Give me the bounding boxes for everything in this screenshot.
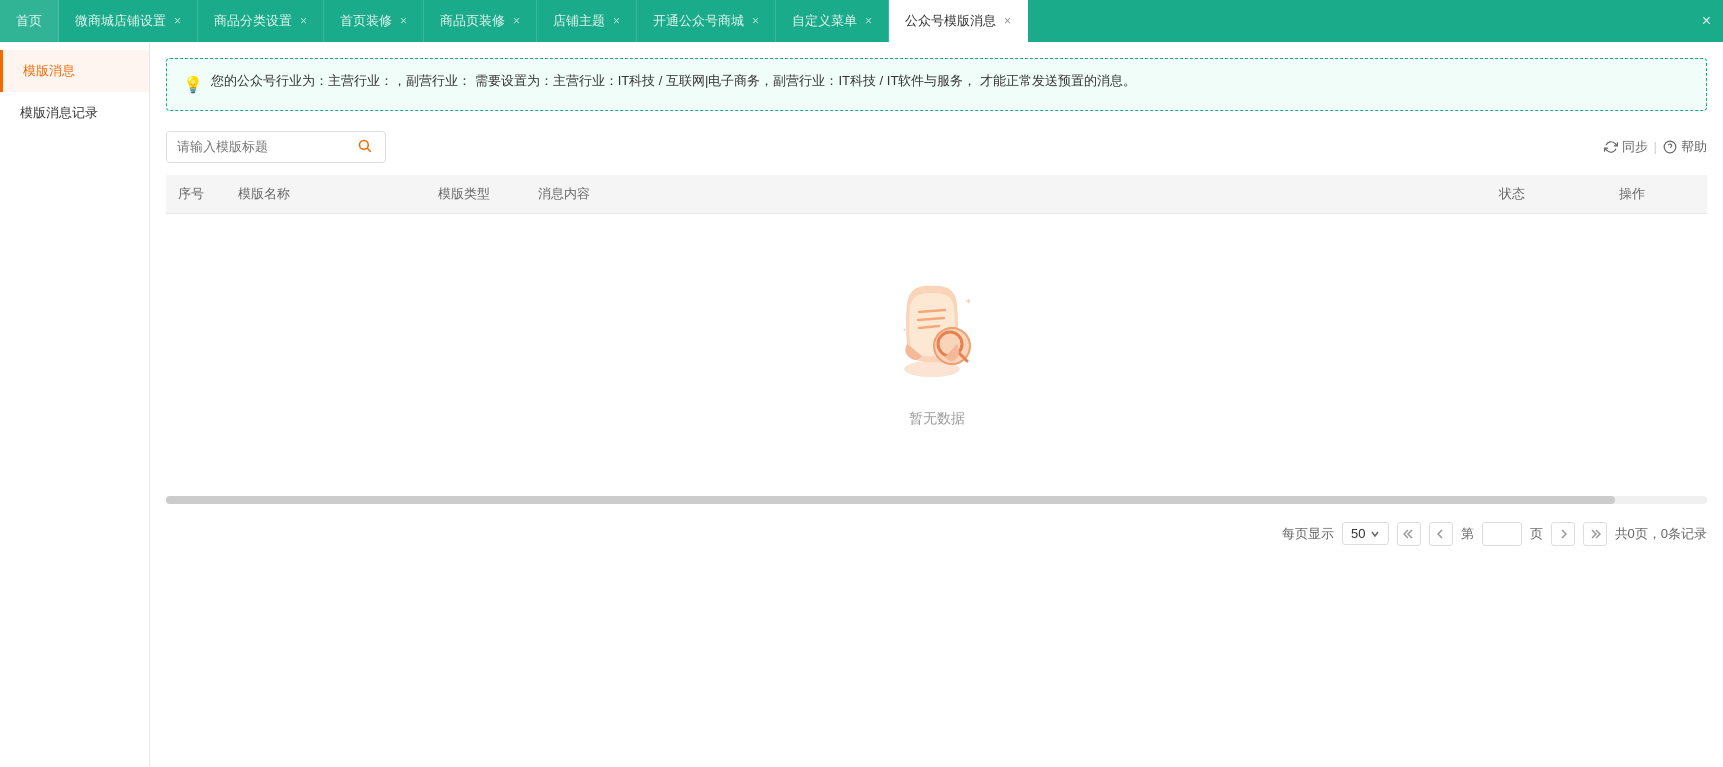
nav-tab-product-decor[interactable]: 商品页装修 × bbox=[424, 0, 537, 42]
help-button[interactable]: 帮助 bbox=[1663, 138, 1707, 156]
table-header-status: 状态 bbox=[1487, 175, 1607, 214]
nav-tab-template-msg[interactable]: 公众号模版消息 × bbox=[889, 0, 1028, 42]
svg-line-1 bbox=[367, 148, 370, 151]
first-page-icon bbox=[1403, 528, 1415, 540]
nav-tab-label: 首页 bbox=[16, 12, 42, 30]
notice-prefix: 您的公众号行业为：主营行业：，副营行业： bbox=[211, 73, 471, 88]
page-size-value: 50 bbox=[1351, 526, 1365, 541]
tab-close-icon[interactable]: × bbox=[613, 14, 620, 28]
page-total: 共0页，0条记录 bbox=[1615, 525, 1707, 543]
nav-tab-label: 店铺主题 bbox=[553, 12, 605, 30]
prev-page-icon bbox=[1435, 528, 1447, 540]
empty-state-row: ✦ ✦ 暂无数据 bbox=[166, 213, 1707, 488]
tab-close-icon[interactable]: × bbox=[752, 14, 759, 28]
tab-close-icon[interactable]: × bbox=[400, 14, 407, 28]
first-page-button[interactable] bbox=[1397, 522, 1421, 546]
page-unit: 页 bbox=[1530, 525, 1543, 543]
divider: | bbox=[1654, 139, 1657, 154]
tab-close-icon[interactable]: × bbox=[513, 14, 520, 28]
table-header: 序号模版名称模版类型消息内容状态操作 bbox=[166, 175, 1707, 214]
nav-tab-label: 微商城店铺设置 bbox=[75, 12, 166, 30]
top-navigation: 首页微商城店铺设置×商品分类设置×首页装修×商品页装修×店铺主题×开通公众号商城… bbox=[0, 0, 1723, 42]
table-header-name: 模版名称 bbox=[226, 175, 426, 214]
table-header-type: 模版类型 bbox=[426, 175, 526, 214]
notice-banner: 💡 您的公众号行业为：主营行业：，副营行业： 需要设置为：主营行业：IT科技 /… bbox=[166, 58, 1707, 111]
nav-tab-open-mall[interactable]: 开通公众号商城 × bbox=[637, 0, 776, 42]
tab-close-icon[interactable]: × bbox=[1004, 14, 1011, 28]
data-table: 序号模版名称模版类型消息内容状态操作 bbox=[166, 175, 1707, 488]
current-page-input[interactable]: 1 bbox=[1482, 522, 1522, 546]
tab-close-icon[interactable]: × bbox=[300, 14, 307, 28]
empty-illustration: ✦ ✦ bbox=[877, 274, 997, 394]
svg-point-0 bbox=[360, 140, 369, 149]
nav-tab-label: 商品分类设置 bbox=[214, 12, 292, 30]
pagination: 每页显示 50 第 1 页 bbox=[166, 512, 1707, 556]
tab-close-icon[interactable]: × bbox=[865, 14, 872, 28]
close-all-tabs-button[interactable]: × bbox=[1702, 12, 1711, 30]
page-size-label: 每页显示 bbox=[1282, 525, 1334, 543]
next-page-icon bbox=[1557, 528, 1569, 540]
main-layout: 模版消息模版消息记录 💡 您的公众号行业为：主营行业：，副营行业： 需要设置为：… bbox=[0, 42, 1723, 767]
table-header-content: 消息内容 bbox=[526, 175, 1487, 214]
notice-text: 您的公众号行业为：主营行业：，副营行业： 需要设置为：主营行业：IT科技 / 互… bbox=[211, 71, 1136, 92]
nav-tab-category-settings[interactable]: 商品分类设置 × bbox=[198, 0, 324, 42]
content-area: 💡 您的公众号行业为：主营行业：，副营行业： 需要设置为：主营行业：IT科技 /… bbox=[150, 42, 1723, 767]
sync-label: 同步 bbox=[1622, 138, 1648, 156]
tab-close-icon[interactable]: × bbox=[174, 14, 181, 28]
sidebar-item-template-msg-record[interactable]: 模版消息记录 bbox=[0, 92, 149, 134]
sidebar: 模版消息模版消息记录 bbox=[0, 42, 150, 767]
nav-tab-shop-settings[interactable]: 微商城店铺设置 × bbox=[59, 0, 198, 42]
nav-tab-label: 商品页装修 bbox=[440, 12, 505, 30]
nav-tab-label: 自定义菜单 bbox=[792, 12, 857, 30]
empty-text: 暂无数据 bbox=[909, 410, 965, 428]
search-button[interactable] bbox=[347, 132, 382, 162]
search-actions: 同步 | 帮助 bbox=[1604, 138, 1707, 156]
nav-tab-label: 公众号模版消息 bbox=[905, 12, 996, 30]
help-label: 帮助 bbox=[1681, 138, 1707, 156]
table-header-action: 操作 bbox=[1607, 175, 1707, 214]
table-header-seq: 序号 bbox=[166, 175, 226, 214]
page-label: 第 bbox=[1461, 525, 1474, 543]
nav-tab-custom-menu[interactable]: 自定义菜单 × bbox=[776, 0, 889, 42]
horizontal-scrollbar[interactable] bbox=[166, 496, 1707, 504]
nav-tab-home-decor[interactable]: 首页装修 × bbox=[324, 0, 424, 42]
notice-highlight: 需要设置为：主营行业：IT科技 / 互联网|电子商务，副营行业：IT科技 / I… bbox=[475, 73, 977, 88]
sync-button[interactable]: 同步 bbox=[1604, 138, 1648, 156]
nav-tab-label: 首页装修 bbox=[340, 12, 392, 30]
search-input-wrap bbox=[166, 131, 386, 163]
last-page-icon bbox=[1589, 528, 1601, 540]
nav-tab-shop-theme[interactable]: 店铺主题 × bbox=[537, 0, 637, 42]
scroll-thumb bbox=[166, 496, 1615, 504]
search-input[interactable] bbox=[167, 132, 347, 161]
last-page-button[interactable] bbox=[1583, 522, 1607, 546]
notice-suffix: 才能正常发送预置的消息。 bbox=[980, 73, 1136, 88]
nav-tab-label: 开通公众号商城 bbox=[653, 12, 744, 30]
chevron-down-icon bbox=[1370, 529, 1380, 539]
prev-page-button[interactable] bbox=[1429, 522, 1453, 546]
nav-tab-home[interactable]: 首页 bbox=[0, 0, 59, 42]
page-size-select[interactable]: 50 bbox=[1342, 522, 1388, 545]
svg-text:✦: ✦ bbox=[965, 297, 972, 306]
search-bar: 同步 | 帮助 bbox=[166, 131, 1707, 163]
next-page-button[interactable] bbox=[1551, 522, 1575, 546]
notice-icon: 💡 bbox=[183, 72, 203, 98]
svg-text:✦: ✦ bbox=[902, 327, 907, 333]
sidebar-item-template-msg[interactable]: 模版消息 bbox=[0, 50, 149, 92]
empty-state: ✦ ✦ 暂无数据 bbox=[166, 214, 1707, 488]
